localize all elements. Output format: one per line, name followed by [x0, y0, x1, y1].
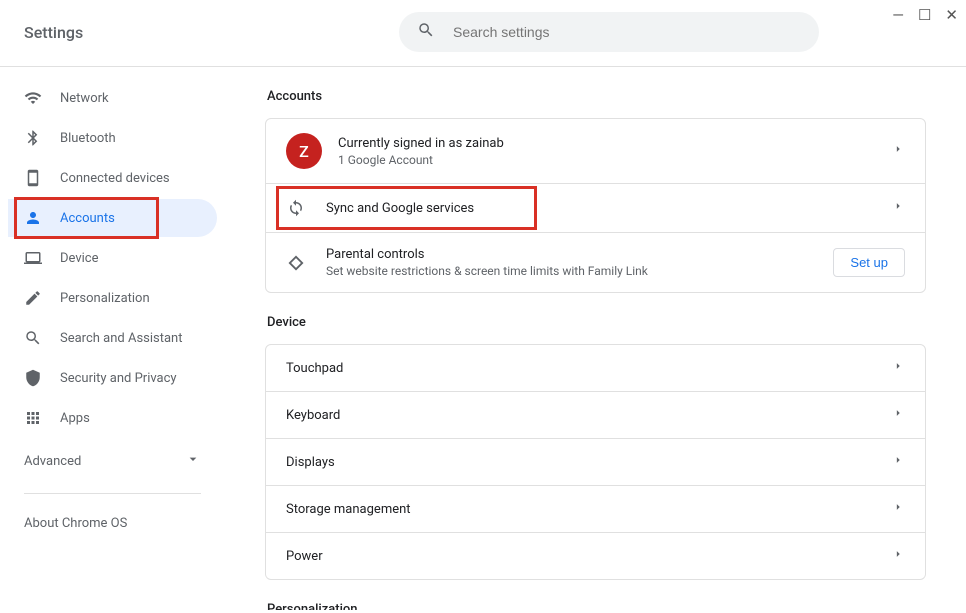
chevron-down-icon [185, 451, 201, 471]
advanced-label: Advanced [24, 454, 81, 469]
sidebar-advanced[interactable]: Advanced [8, 439, 217, 483]
sidebar-item-connected-devices[interactable]: Connected devices [8, 159, 217, 197]
maximize-button[interactable]: ☐ [918, 6, 931, 24]
sidebar-item-search-assistant[interactable]: Search and Assistant [8, 319, 217, 357]
row-touchpad[interactable]: Touchpad [266, 345, 925, 391]
search-icon [417, 21, 435, 43]
diamond-icon [286, 253, 306, 273]
section-title-device: Device [267, 315, 926, 330]
sync-label: Sync and Google services [326, 201, 891, 216]
chevron-right-icon [891, 199, 905, 217]
row-signed-in[interactable]: Z Currently signed in as zainab 1 Google… [266, 119, 925, 183]
parental-primary: Parental controls [326, 247, 821, 262]
sidebar-item-apps[interactable]: Apps [8, 399, 217, 437]
search-box[interactable] [399, 12, 819, 52]
sidebar-item-label: Accounts [60, 211, 115, 226]
sidebar-item-accounts[interactable]: Accounts [8, 199, 217, 237]
sidebar: Network Bluetooth Connected devices Acco… [0, 67, 225, 610]
row-parental-controls: Parental controls Set website restrictio… [266, 232, 925, 292]
sidebar-item-label: Apps [60, 411, 90, 426]
sidebar-divider [24, 493, 201, 494]
parental-secondary: Set website restrictions & screen time l… [326, 264, 821, 278]
row-storage-management[interactable]: Storage management [266, 485, 925, 532]
section-title-accounts: Accounts [267, 89, 926, 104]
chevron-right-icon [891, 142, 905, 160]
sidebar-item-security-privacy[interactable]: Security and Privacy [8, 359, 217, 397]
chevron-right-icon [891, 500, 905, 518]
sidebar-item-bluetooth[interactable]: Bluetooth [8, 119, 217, 157]
sidebar-about[interactable]: About Chrome OS [8, 504, 217, 543]
window-controls: — ☐ ✕ [892, 6, 958, 24]
sidebar-item-device[interactable]: Device [8, 239, 217, 277]
close-button[interactable]: ✕ [945, 6, 958, 24]
search-input[interactable] [453, 24, 801, 40]
chevron-right-icon [891, 453, 905, 471]
chevron-right-icon [891, 359, 905, 377]
sidebar-item-label: Security and Privacy [60, 371, 177, 386]
page-title: Settings [24, 23, 124, 42]
accounts-card: Z Currently signed in as zainab 1 Google… [265, 118, 926, 293]
setup-button[interactable]: Set up [833, 248, 905, 277]
row-sync-google-services[interactable]: Sync and Google services [266, 183, 925, 232]
main-content: Accounts Z Currently signed in as zainab… [225, 67, 966, 610]
sidebar-item-label: Network [60, 91, 109, 106]
sidebar-item-network[interactable]: Network [8, 79, 217, 117]
row-power[interactable]: Power [266, 532, 925, 579]
sidebar-item-label: Bluetooth [60, 131, 116, 146]
topbar: Settings [0, 0, 966, 67]
sidebar-item-personalization[interactable]: Personalization [8, 279, 217, 317]
row-displays[interactable]: Displays [266, 438, 925, 485]
chevron-right-icon [891, 547, 905, 565]
signed-in-secondary: 1 Google Account [338, 153, 891, 167]
sidebar-item-label: Search and Assistant [60, 331, 183, 346]
device-card: Touchpad Keyboard Displays Storage manag… [265, 344, 926, 580]
avatar: Z [286, 133, 322, 169]
minimize-button[interactable]: — [892, 6, 904, 24]
sidebar-item-label: Personalization [60, 291, 150, 306]
chevron-right-icon [891, 406, 905, 424]
signed-in-primary: Currently signed in as zainab [338, 136, 891, 151]
row-keyboard[interactable]: Keyboard [266, 391, 925, 438]
sync-icon [286, 198, 306, 218]
sidebar-item-label: Connected devices [60, 171, 170, 186]
sidebar-item-label: Device [60, 251, 99, 266]
section-title-personalization: Personalization [267, 602, 926, 610]
